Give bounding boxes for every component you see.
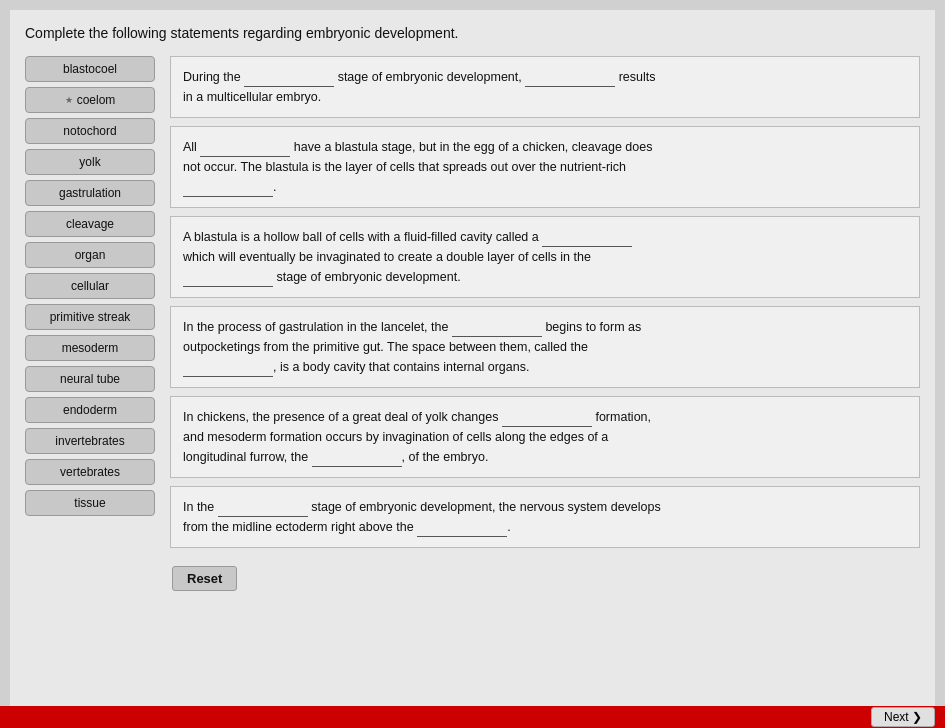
question-text: All [183,140,200,154]
answer-blank[interactable] [417,521,507,537]
question-text: formation, [592,410,651,424]
question-text: not occur. The blastula is the layer of … [183,160,626,174]
question-box-6: In the stage of embryonic development, t… [170,486,920,548]
word-item-notochord[interactable]: notochord [25,118,155,144]
word-item-tissue[interactable]: tissue [25,490,155,516]
word-bank: blastocoel ★coelom notochord yolk gastrulati… [25,56,155,591]
bottom-bar: Next ❯ [0,706,945,728]
reset-button[interactable]: Reset [172,566,237,591]
answer-blank[interactable] [542,231,632,247]
word-item-yolk[interactable]: yolk [25,149,155,175]
page-container: Complete the following statements regard… [10,10,935,710]
answer-blank[interactable] [312,451,402,467]
question-text: outpocketings from the primitive gut. Th… [183,340,588,354]
answer-blank[interactable] [218,501,308,517]
answer-blank[interactable] [183,181,273,197]
reset-area: Reset [170,566,920,591]
question-text: , of the embryo. [402,450,489,464]
question-box-3: A blastula is a hollow ball of cells wit… [170,216,920,298]
question-text: in a multicellular embryo. [183,90,321,104]
word-item-coelom[interactable]: ★coelom [25,87,155,113]
main-layout: blastocoel ★coelom notochord yolk gastrulati… [25,56,920,591]
question-text: In the [183,500,218,514]
question-text: have a blastula stage, but in the egg of… [290,140,652,154]
answer-blank[interactable] [502,411,592,427]
question-text: and mesoderm formation occurs by invagin… [183,430,608,444]
question-text: from the midline ectoderm right above th… [183,520,417,534]
question-text: longitudinal furrow, the [183,450,312,464]
question-text: which will eventually be invaginated to … [183,250,591,264]
question-text: stage of embryonic development, the nerv… [308,500,661,514]
question-text: stage of embryonic development, [334,70,525,84]
word-item-neural_tube[interactable]: neural tube [25,366,155,392]
question-box-1: During the stage of embryonic developmen… [170,56,920,118]
word-item-endoderm[interactable]: endoderm [25,397,155,423]
word-item-cellular[interactable]: cellular [25,273,155,299]
word-item-gastrulation[interactable]: gastrulation [25,180,155,206]
next-button[interactable]: Next ❯ [871,707,935,727]
answer-blank[interactable] [183,271,273,287]
question-text: results [615,70,655,84]
word-item-primitive_streak[interactable]: primitive streak [25,304,155,330]
question-text: , is a body cavity that contains interna… [273,360,529,374]
question-text: In the process of gastrulation in the la… [183,320,452,334]
question-text: . [273,180,276,194]
answer-blank[interactable] [244,71,334,87]
question-text: A blastula is a hollow ball of cells wit… [183,230,542,244]
question-box-4: In the process of gastrulation in the la… [170,306,920,388]
questions-area: During the stage of embryonic developmen… [170,56,920,591]
word-item-vertebrates[interactable]: vertebrates [25,459,155,485]
question-box-5: In chickens, the presence of a great dea… [170,396,920,478]
question-text: . [507,520,510,534]
word-item-invertebrates[interactable]: invertebrates [25,428,155,454]
word-item-mesoderm[interactable]: mesoderm [25,335,155,361]
answer-blank[interactable] [525,71,615,87]
question-text: stage of embryonic development. [273,270,461,284]
word-item-cleavage[interactable]: cleavage [25,211,155,237]
question-box-2: All have a blastula stage, but in the eg… [170,126,920,208]
answer-blank[interactable] [183,361,273,377]
word-item-blastocoel[interactable]: blastocoel [25,56,155,82]
answer-blank[interactable] [200,141,290,157]
page-title: Complete the following statements regard… [25,25,920,41]
answer-blank[interactable] [452,321,542,337]
question-text: begins to form as [542,320,641,334]
question-text: In chickens, the presence of a great dea… [183,410,502,424]
word-item-organ[interactable]: organ [25,242,155,268]
question-text: During the [183,70,244,84]
